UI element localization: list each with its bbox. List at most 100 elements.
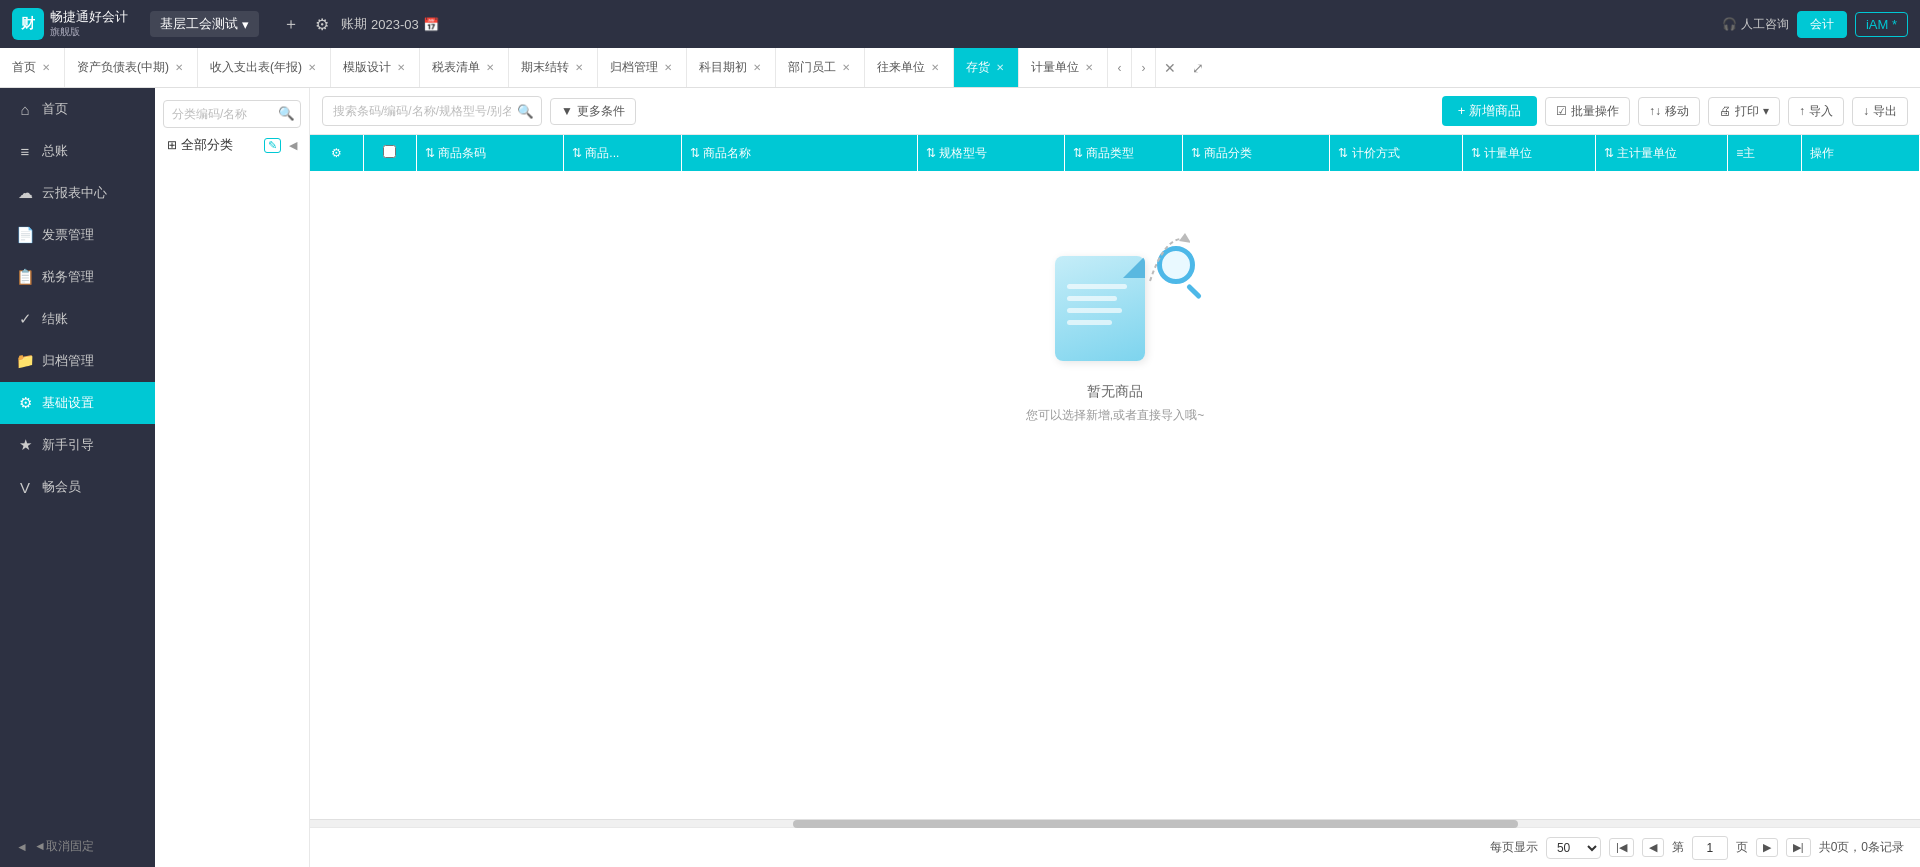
- tax-icon: 📋: [16, 268, 34, 286]
- tab-partner-close[interactable]: ✕: [929, 61, 941, 74]
- page-input[interactable]: [1692, 836, 1728, 860]
- sidebar-item-guide[interactable]: ★ 新手引导: [0, 424, 155, 466]
- col-price-header[interactable]: ⇅ 计价方式: [1330, 135, 1463, 171]
- tab-tax-label: 税表清单: [432, 59, 480, 76]
- tab-partner-label: 往来单位: [877, 59, 925, 76]
- sidebar-item-ledger[interactable]: ≡ 总账: [0, 130, 155, 172]
- tab-income-close[interactable]: ✕: [306, 61, 318, 74]
- tab-archive[interactable]: 归档管理 ✕: [598, 48, 687, 88]
- select-all-checkbox[interactable]: [383, 145, 396, 158]
- col-name-header[interactable]: ⇅ 商品名称: [681, 135, 917, 171]
- all-category-item[interactable]: ⊞ 全部分类 ✎ ◀: [155, 132, 309, 158]
- move-label: 移动: [1665, 103, 1689, 120]
- tab-balance[interactable]: 资产负债表(中期) ✕: [65, 48, 198, 88]
- settings-button[interactable]: ⚙: [311, 11, 333, 38]
- tab-dept-close[interactable]: ✕: [840, 61, 852, 74]
- tab-period-end[interactable]: 期末结转 ✕: [509, 48, 598, 88]
- sidebar-item-invoice[interactable]: 📄 发票管理: [0, 214, 155, 256]
- per-page-label: 每页显示: [1490, 839, 1538, 856]
- cloud-icon: ☁: [16, 184, 34, 202]
- main-search-input[interactable]: [322, 96, 542, 126]
- page-next-button[interactable]: ▶: [1756, 838, 1778, 857]
- tab-home-close[interactable]: ✕: [40, 61, 52, 74]
- col-cat-header[interactable]: ⇅ 商品分类: [1182, 135, 1329, 171]
- col-barcode-header[interactable]: ⇅ 商品条码: [416, 135, 563, 171]
- tab-prev-button[interactable]: ‹: [1108, 48, 1132, 88]
- page-prev-button[interactable]: ◀: [1642, 838, 1664, 857]
- tab-unit[interactable]: 计量单位 ✕: [1019, 48, 1108, 88]
- tab-home[interactable]: 首页 ✕: [0, 48, 65, 88]
- export-button[interactable]: ↓ 导出: [1852, 97, 1908, 126]
- sidebar-item-report[interactable]: ☁ 云报表中心: [0, 172, 155, 214]
- tab-partner[interactable]: 往来单位 ✕: [865, 48, 954, 88]
- col-code-header[interactable]: ⇅ 商品...: [563, 135, 681, 171]
- filter-button[interactable]: ▼ 更多条件: [550, 98, 636, 125]
- category-search-button[interactable]: 🔍: [278, 106, 295, 121]
- member-icon: V: [16, 479, 34, 496]
- edit-icon[interactable]: ✎: [264, 138, 281, 153]
- scroll-thumb[interactable]: [793, 820, 1518, 828]
- tab-archive-close[interactable]: ✕: [662, 61, 674, 74]
- calendar-icon[interactable]: 📅: [423, 17, 439, 32]
- page-first-button[interactable]: |◀: [1609, 838, 1634, 857]
- page-last-button[interactable]: ▶|: [1786, 838, 1811, 857]
- sidebar-item-member[interactable]: V 畅会员: [0, 466, 155, 508]
- print-button[interactable]: 🖨 打印 ▾: [1708, 97, 1780, 126]
- filter-label: 更多条件: [577, 103, 625, 120]
- batch-button[interactable]: ☑ 批量操作: [1545, 97, 1630, 126]
- sidebar-item-tax[interactable]: 📋 税务管理: [0, 256, 155, 298]
- col-main-unit-header[interactable]: ⇅ 主计量单位: [1595, 135, 1728, 171]
- col-unit-header[interactable]: ⇅ 计量单位: [1462, 135, 1595, 171]
- company-selector[interactable]: 基层工会测试 ▾: [150, 11, 259, 37]
- close-window-button[interactable]: ✕: [1156, 48, 1184, 88]
- tab-tax-close[interactable]: ✕: [484, 61, 496, 74]
- tab-unit-close[interactable]: ✕: [1083, 61, 1095, 74]
- user-badge[interactable]: 会计: [1797, 11, 1847, 38]
- filter-icon: ▼: [561, 104, 573, 118]
- tab-subject-close[interactable]: ✕: [751, 61, 763, 74]
- sidebar-item-home[interactable]: ⌂ 首页: [0, 88, 155, 130]
- col-settings-header[interactable]: ⚙: [310, 135, 363, 171]
- unpin-button[interactable]: ◄ ◄取消固定: [0, 826, 155, 867]
- import-button[interactable]: ↑ 导入: [1788, 97, 1844, 126]
- new-product-button[interactable]: + 新增商品: [1442, 96, 1537, 126]
- col-check-header[interactable]: [363, 135, 416, 171]
- tab-inventory[interactable]: 存货 ✕: [954, 48, 1019, 88]
- tab-subject[interactable]: 科目期初 ✕: [687, 48, 776, 88]
- tab-archive-label: 归档管理: [610, 59, 658, 76]
- sidebar-item-settle[interactable]: ✓ 结账: [0, 298, 155, 340]
- tab-dept[interactable]: 部门员工 ✕: [776, 48, 865, 88]
- tab-dept-label: 部门员工: [788, 59, 836, 76]
- col-ops-header: 操作: [1801, 135, 1919, 171]
- tab-tax[interactable]: 税表清单 ✕: [420, 48, 509, 88]
- tab-template-close[interactable]: ✕: [395, 61, 407, 74]
- left-panel: 🔍 ⊞ 全部分类 ✎ ◀: [155, 88, 310, 867]
- table-area: 🔍 ▼ 更多条件 + 新增商品 ☑ 批量操作: [310, 88, 1920, 867]
- tab-next-button[interactable]: ›: [1132, 48, 1156, 88]
- help-button[interactable]: 🎧 人工咨询: [1722, 16, 1789, 33]
- new-product-label: + 新增商品: [1458, 102, 1521, 120]
- import-label: 导入: [1809, 103, 1833, 120]
- collapse-icon[interactable]: ◀: [289, 139, 297, 152]
- maximize-button[interactable]: ⤢: [1184, 48, 1212, 88]
- move-button[interactable]: ↑↓ 移动: [1638, 97, 1700, 126]
- horizontal-scrollbar[interactable]: [310, 819, 1920, 827]
- iam-badge[interactable]: iAM *: [1855, 12, 1908, 37]
- sidebar-item-archive[interactable]: 📁 归档管理: [0, 340, 155, 382]
- add-tab-button[interactable]: ＋: [279, 10, 303, 39]
- tab-period-end-close[interactable]: ✕: [573, 61, 585, 74]
- col-type-header[interactable]: ⇅ 商品类型: [1065, 135, 1183, 171]
- per-page-select[interactable]: 50 10 20 100: [1546, 837, 1601, 859]
- col-extra-header[interactable]: ≡主: [1728, 135, 1802, 171]
- tab-home-label: 首页: [12, 59, 36, 76]
- sidebar-item-basic[interactable]: ⚙ 基础设置: [0, 382, 155, 424]
- logo-text: 畅捷通好会计: [50, 9, 128, 25]
- tab-balance-close[interactable]: ✕: [173, 61, 185, 74]
- empty-subtitle: 您可以选择新增,或者直接导入哦~: [1026, 407, 1204, 424]
- tab-inventory-close[interactable]: ✕: [994, 61, 1006, 74]
- main-search-button[interactable]: 🔍: [517, 104, 534, 119]
- col-spec-header[interactable]: ⇅ 规格型号: [917, 135, 1064, 171]
- sidebar-invoice-label: 发票管理: [42, 226, 94, 244]
- tab-template[interactable]: 模版设计 ✕: [331, 48, 420, 88]
- tab-income[interactable]: 收入支出表(年报) ✕: [198, 48, 331, 88]
